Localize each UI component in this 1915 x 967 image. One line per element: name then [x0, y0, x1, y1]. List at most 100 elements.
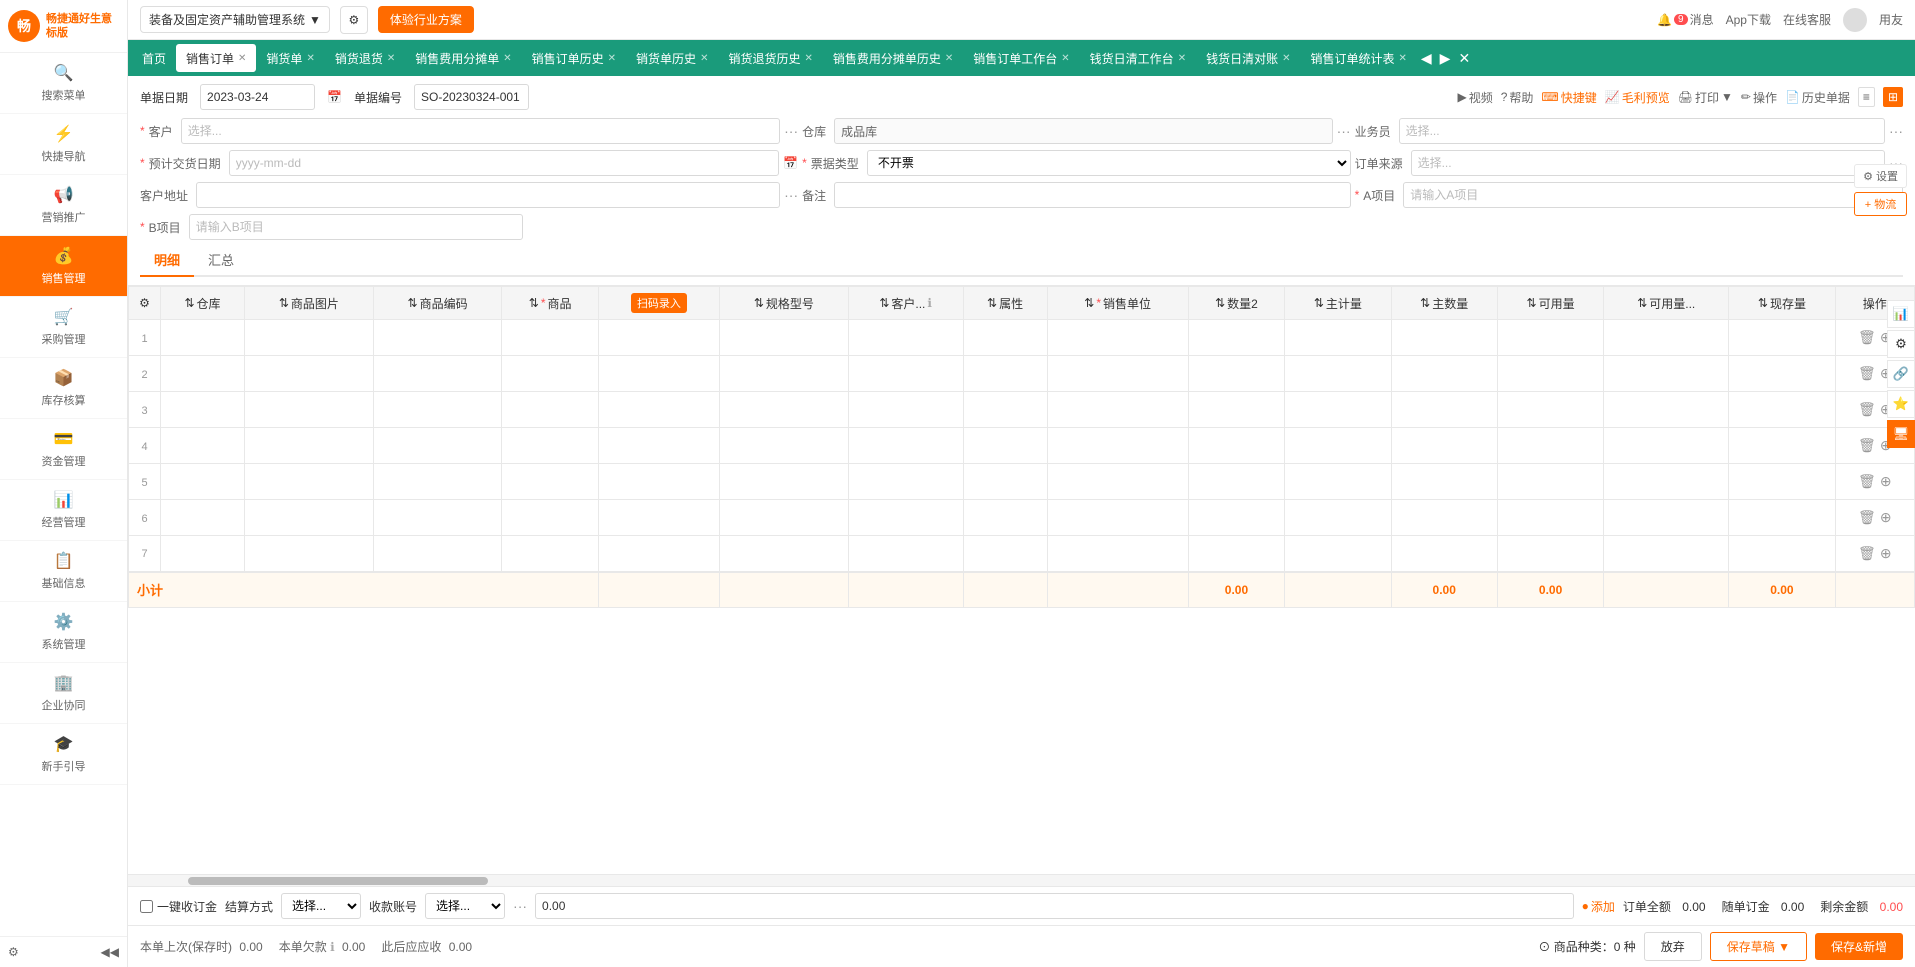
- row-6-main-unit[interactable]: [1285, 500, 1391, 536]
- add-logistics-button[interactable]: + 物流: [1854, 192, 1907, 216]
- calendar2-icon[interactable]: 📅: [783, 156, 798, 170]
- sidebar-item-inventory[interactable]: 📦 库存核算: [0, 358, 127, 419]
- app-selector[interactable]: 装备及固定资产辅助管理系统 ▼: [140, 6, 330, 33]
- row-4-product[interactable]: [502, 428, 598, 464]
- settings-float-button[interactable]: ⚙ 设置: [1854, 164, 1907, 188]
- sidebar-item-system[interactable]: ⚙️ 系统管理: [0, 602, 127, 663]
- row-6-main-qty[interactable]: [1391, 500, 1497, 536]
- tab-return-history[interactable]: 销货单历史 ✕: [626, 44, 718, 72]
- row-5-sales-unit[interactable]: [1047, 464, 1188, 500]
- save-new-button[interactable]: 保存&新增: [1815, 933, 1903, 960]
- tab-order-stats-close[interactable]: ✕: [1399, 53, 1407, 64]
- row-6-customer-ref[interactable]: [848, 500, 963, 536]
- print-btn[interactable]: 🖨 打印 ▼: [1678, 89, 1733, 106]
- table-container[interactable]: ⚙ ⇅仓库 ⇅商品图片 ⇅商品编码 ⇅*商品: [128, 286, 1915, 874]
- row-6-spec-type[interactable]: [720, 500, 849, 536]
- row-2-spec-type[interactable]: [720, 356, 849, 392]
- tab-order-workbench[interactable]: 销售订单工作台 ✕: [963, 44, 1079, 72]
- row-5-available-2[interactable]: [1604, 464, 1729, 500]
- tab-next-button[interactable]: ▶: [1436, 50, 1455, 67]
- sidebar-item-quick-nav[interactable]: ⚡ 快捷导航: [0, 114, 127, 175]
- row-6-warehouse[interactable]: [161, 500, 245, 536]
- table-scrollbar[interactable]: [128, 874, 1915, 886]
- row-4-warehouse[interactable]: [161, 428, 245, 464]
- row-7-main-qty[interactable]: [1391, 536, 1497, 572]
- tab-expense-split-close[interactable]: ✕: [503, 53, 511, 64]
- row-3-current-stock[interactable]: [1729, 392, 1835, 428]
- single-num-input[interactable]: SO-20230324-001: [414, 84, 529, 110]
- row-3-delete-icon[interactable]: 🗑: [1858, 401, 1876, 418]
- row-7-warehouse[interactable]: [161, 536, 245, 572]
- row-6-attribute[interactable]: [963, 500, 1047, 536]
- row-5-customer-ref[interactable]: [848, 464, 963, 500]
- row-2-product-code[interactable]: [373, 356, 502, 392]
- address-ellipsis[interactable]: ···: [784, 187, 798, 203]
- app-download-link[interactable]: App下载: [1726, 11, 1771, 28]
- row-5-main-unit[interactable]: [1285, 464, 1391, 500]
- single-date-input[interactable]: 2023-03-24: [200, 84, 315, 110]
- row-7-current-stock[interactable]: [1729, 536, 1835, 572]
- row-2-main-unit[interactable]: [1285, 356, 1391, 392]
- amount-input[interactable]: [535, 893, 1574, 919]
- row-6-qty2[interactable]: [1188, 500, 1284, 536]
- row-2-available-qty[interactable]: [1497, 356, 1603, 392]
- row-4-attribute[interactable]: [963, 428, 1047, 464]
- row-4-spec-type[interactable]: [720, 428, 849, 464]
- tab-cash-workbench[interactable]: 钱货日清工作台 ✕: [1080, 44, 1196, 72]
- right-panel-btn-4[interactable]: ⭐: [1887, 390, 1915, 418]
- right-panel-btn-2[interactable]: ⚙: [1887, 330, 1915, 358]
- row-1-spec-type[interactable]: [720, 320, 849, 356]
- row-7-available-2[interactable]: [1604, 536, 1729, 572]
- right-panel-btn-1[interactable]: 📊: [1887, 300, 1915, 328]
- sidebar-item-sales[interactable]: 💰 销售管理: [0, 236, 127, 297]
- row-6-delete-icon[interactable]: 🗑: [1858, 509, 1876, 526]
- row-3-main-qty[interactable]: [1391, 392, 1497, 428]
- row-4-main-unit[interactable]: [1285, 428, 1391, 464]
- tab-order-stats[interactable]: 销售订单统计表 ✕: [1300, 44, 1416, 72]
- row-1-delete-icon[interactable]: 🗑: [1858, 329, 1876, 346]
- sidebar-collapse-icon[interactable]: ◀◀: [101, 945, 119, 959]
- salesperson-input[interactable]: [1399, 118, 1885, 144]
- sidebar-item-guide[interactable]: 🎓 新手引导: [0, 724, 127, 785]
- row-3-product-code[interactable]: [373, 392, 502, 428]
- view-mode-list[interactable]: ≡: [1858, 87, 1875, 107]
- row-2-warehouse[interactable]: [161, 356, 245, 392]
- row-1-sales-unit[interactable]: [1047, 320, 1188, 356]
- tab-expense-history-close[interactable]: ✕: [945, 53, 953, 64]
- row-3-main-unit[interactable]: [1285, 392, 1391, 428]
- row-4-main-qty[interactable]: [1391, 428, 1497, 464]
- tab-sales-order[interactable]: 销售订单 ✕: [176, 44, 256, 72]
- notes-input[interactable]: [834, 182, 1350, 208]
- row-2-delete-icon[interactable]: 🗑: [1858, 365, 1876, 382]
- row-5-current-stock[interactable]: [1729, 464, 1835, 500]
- row-3-qty2[interactable]: [1188, 392, 1284, 428]
- row-2-customer-ref[interactable]: [848, 356, 963, 392]
- row-2-sales-unit[interactable]: [1047, 356, 1188, 392]
- receipt-account-select[interactable]: 选择...: [425, 893, 505, 919]
- tab-order-history[interactable]: 销售订单历史 ✕: [522, 44, 626, 72]
- tab-order-history-close[interactable]: ✕: [608, 53, 616, 64]
- sidebar-item-enterprise[interactable]: 🏢 企业协同: [0, 663, 127, 724]
- customer-address-input[interactable]: [196, 182, 780, 208]
- row-4-available-qty[interactable]: [1497, 428, 1603, 464]
- row-2-attribute[interactable]: [963, 356, 1047, 392]
- row-7-attribute[interactable]: [963, 536, 1047, 572]
- row-1-main-qty[interactable]: [1391, 320, 1497, 356]
- invoice-type-select[interactable]: 不开票 增值税专用发票 增值税普通发票: [867, 150, 1351, 176]
- row-6-available-2[interactable]: [1604, 500, 1729, 536]
- tab-refund-history[interactable]: 销货退货历史 ✕: [718, 44, 822, 72]
- sidebar-item-operations[interactable]: 📊 经营管理: [0, 480, 127, 541]
- row-5-attribute[interactable]: [963, 464, 1047, 500]
- view-mode-card[interactable]: ⊞: [1883, 87, 1903, 107]
- col-settings[interactable]: ⚙: [129, 287, 161, 320]
- row-3-customer-ref[interactable]: [848, 392, 963, 428]
- tab-cash-workbench-close[interactable]: ✕: [1178, 53, 1186, 64]
- row-7-sales-unit[interactable]: [1047, 536, 1188, 572]
- row-1-product-code[interactable]: [373, 320, 502, 356]
- row-6-copy-icon[interactable]: ⊕: [1880, 509, 1892, 526]
- row-2-qty2[interactable]: [1188, 356, 1284, 392]
- discard-button[interactable]: 放弃: [1644, 932, 1702, 961]
- row-6-sales-unit[interactable]: [1047, 500, 1188, 536]
- row-4-product-code[interactable]: [373, 428, 502, 464]
- sidebar-settings-icon[interactable]: ⚙: [8, 945, 19, 959]
